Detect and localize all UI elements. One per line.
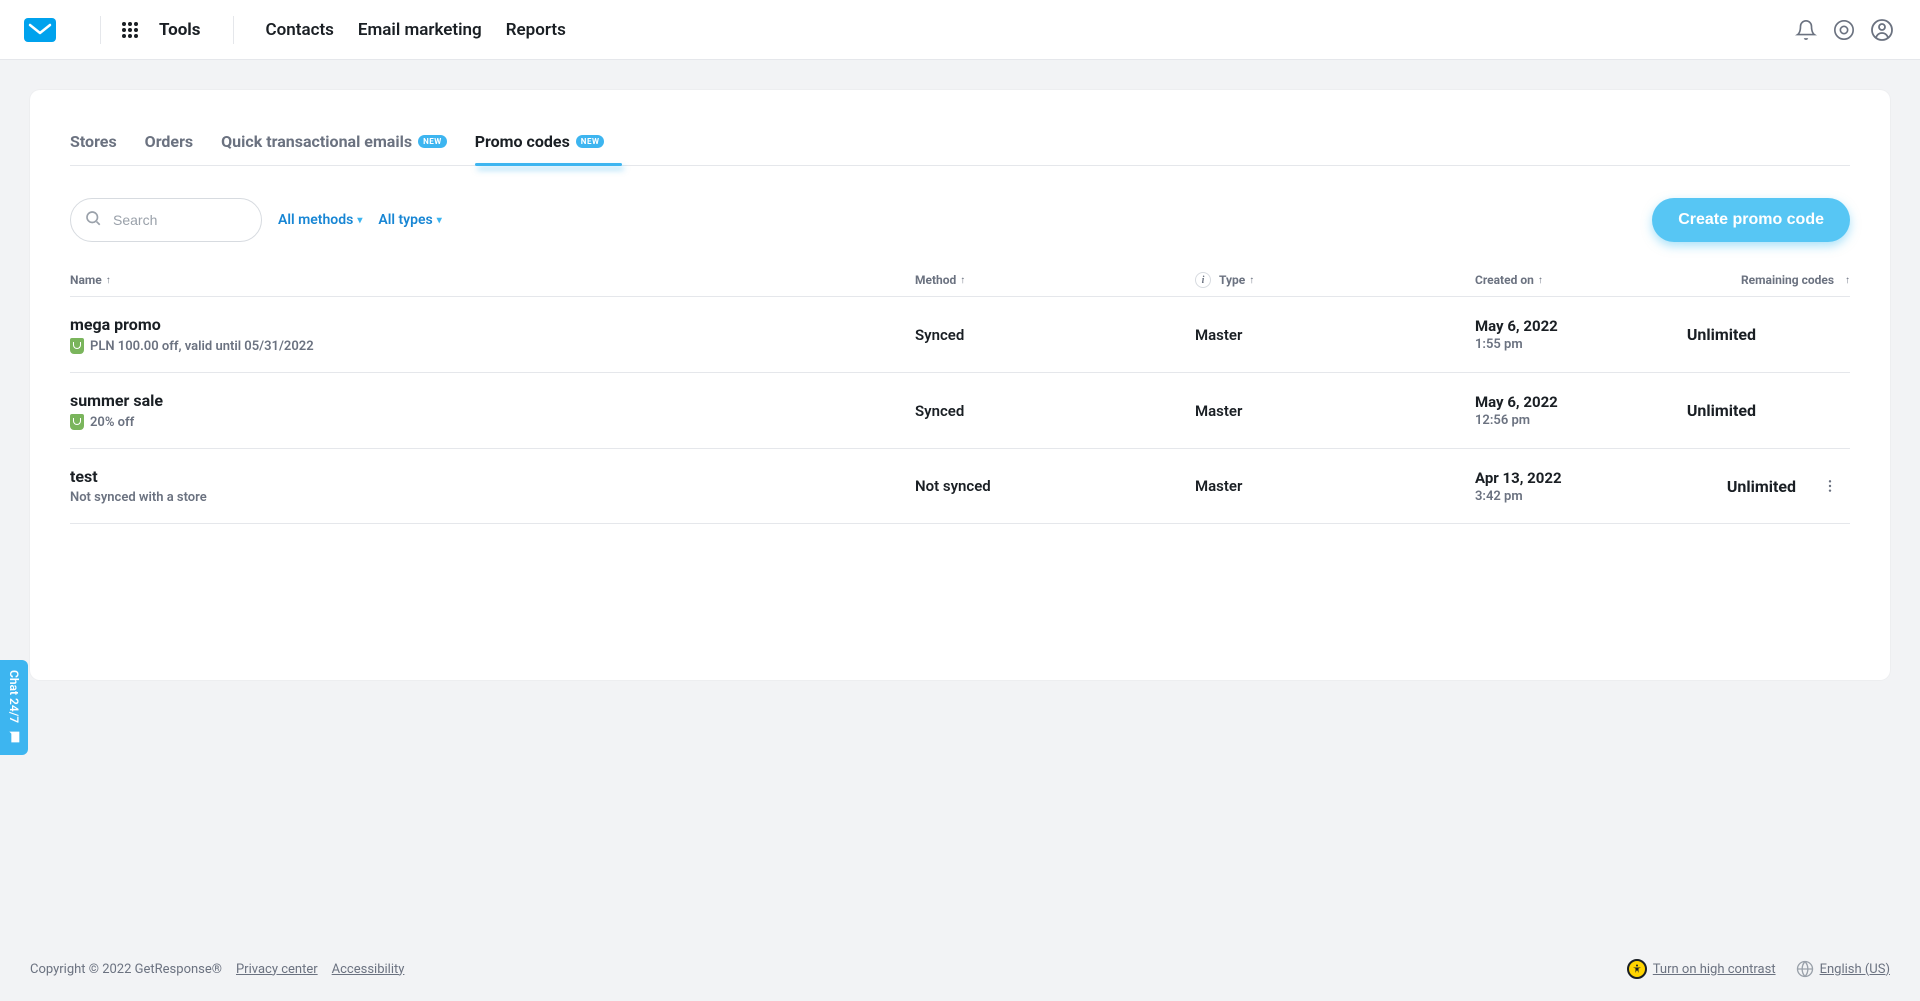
col-header-remaining[interactable]: Remaining codes ↑ — [1655, 272, 1850, 288]
row-remaining: Unlimited — [1655, 401, 1810, 420]
table-header: Name ↑ Method ↑ i Type ↑ Created on ↑ Remain… — [70, 262, 1850, 297]
footer: Copyright © 2022 GetResponse® Privacy ce… — [0, 945, 1920, 1001]
sort-icon: ↑ — [106, 275, 111, 286]
row-type: Master — [1195, 326, 1475, 344]
chat-icon — [6, 729, 22, 745]
link-privacy[interactable]: Privacy center — [236, 962, 318, 977]
create-promo-code-button[interactable]: Create promo code — [1652, 198, 1850, 242]
search-icon — [84, 209, 102, 231]
accessibility-icon — [1627, 959, 1647, 979]
globe-icon — [1796, 960, 1814, 978]
sort-icon: ↑ — [960, 275, 965, 286]
row-date: May 6, 2022 — [1475, 317, 1655, 335]
col-label: Remaining codes — [1741, 273, 1834, 287]
notifications-icon[interactable] — [1792, 16, 1820, 44]
table-row[interactable]: mega promo PLN 100.00 off, valid until 05… — [70, 297, 1850, 373]
info-icon[interactable]: i — [1195, 272, 1211, 288]
tab-label: Quick transactional emails — [221, 132, 412, 151]
col-header-name[interactable]: Name ↑ — [70, 272, 915, 288]
table-row[interactable]: summer sale 20% offSyncedMasterMay 6, 202… — [70, 373, 1850, 449]
row-title: mega promo — [70, 315, 915, 334]
col-label: Created on — [1475, 273, 1534, 287]
promo-codes-table: Name ↑ Method ↑ i Type ↑ Created on ↑ Remain… — [70, 262, 1850, 524]
row-time: 12:56 pm — [1475, 413, 1655, 428]
badge-new: NEW — [418, 135, 447, 148]
col-label: Method — [915, 273, 956, 287]
row-time: 1:55 pm — [1475, 337, 1655, 352]
tab-quick-transactional-emails[interactable]: Quick transactional emails NEW — [221, 122, 447, 165]
main-panel: Stores Orders Quick transactional emails… — [30, 90, 1890, 680]
row-method: Synced — [915, 326, 1195, 344]
row-date: May 6, 2022 — [1475, 393, 1655, 411]
search-box — [70, 198, 262, 242]
table-row[interactable]: test Not synced with a storeNot syncedMas… — [70, 449, 1850, 524]
high-contrast-toggle[interactable]: Turn on high contrast — [1627, 959, 1776, 979]
help-icon[interactable] — [1830, 16, 1858, 44]
tab-label: Promo codes — [475, 132, 570, 151]
col-label: Type — [1219, 273, 1245, 287]
shopify-icon — [70, 338, 84, 354]
row-type: Master — [1195, 477, 1475, 495]
apps-grid-icon[interactable] — [121, 21, 139, 39]
row-title: summer sale — [70, 391, 915, 410]
row-type: Master — [1195, 402, 1475, 420]
sort-icon: ↑ — [1249, 275, 1254, 286]
filters-row: All methods ▾ All types ▾ Create promo c… — [70, 198, 1850, 242]
filter-label: All methods — [278, 212, 353, 228]
sort-icon: ↑ — [1538, 275, 1543, 286]
row-method: Not synced — [915, 477, 1195, 495]
badge-new: NEW — [576, 135, 605, 148]
divider — [100, 16, 101, 44]
tab-stores[interactable]: Stores — [70, 122, 117, 165]
row-subtitle: PLN 100.00 off, valid until 05/31/2022 — [70, 338, 915, 354]
row-time: 3:42 pm — [1475, 489, 1655, 504]
account-icon[interactable] — [1868, 16, 1896, 44]
row-remaining: Unlimited — [1655, 325, 1810, 344]
filter-types[interactable]: All types ▾ — [378, 212, 441, 228]
row-subtitle: Not synced with a store — [70, 490, 915, 505]
nav-contacts[interactable]: Contacts — [254, 20, 346, 40]
col-header-type[interactable]: i Type ↑ — [1195, 272, 1475, 288]
row-title: test — [70, 467, 915, 486]
row-actions-menu[interactable] — [1810, 478, 1850, 494]
tab-orders[interactable]: Orders — [145, 122, 193, 165]
col-header-method[interactable]: Method ↑ — [915, 272, 1195, 288]
copyright: Copyright © 2022 GetResponse® — [30, 962, 222, 977]
row-subtitle: 20% off — [70, 414, 915, 430]
link-accessibility[interactable]: Accessibility — [332, 962, 405, 977]
chevron-down-icon: ▾ — [357, 215, 362, 226]
language-label: English (US) — [1820, 962, 1890, 977]
nav-tools[interactable]: Tools — [147, 20, 213, 40]
logo[interactable] — [24, 18, 56, 42]
sort-icon: ↑ — [1845, 275, 1850, 286]
tabs: Stores Orders Quick transactional emails… — [70, 122, 1850, 166]
row-method: Synced — [915, 402, 1195, 420]
contrast-label: Turn on high contrast — [1653, 962, 1776, 977]
chevron-down-icon: ▾ — [437, 215, 442, 226]
col-header-created[interactable]: Created on ↑ — [1475, 272, 1655, 288]
language-select[interactable]: English (US) — [1796, 960, 1890, 978]
app-header: Tools Contacts Email marketing Reports — [0, 0, 1920, 60]
shopify-icon — [70, 414, 84, 430]
nav-reports[interactable]: Reports — [494, 20, 578, 40]
filter-methods[interactable]: All methods ▾ — [278, 212, 362, 228]
divider — [233, 16, 234, 44]
tab-promo-codes[interactable]: Promo codes NEW — [475, 122, 605, 165]
col-label: Name — [70, 273, 102, 287]
filter-label: All types — [378, 212, 432, 228]
row-date: Apr 13, 2022 — [1475, 469, 1655, 487]
chat-tab[interactable]: Chat 24/7 — [0, 660, 28, 755]
chat-label: Chat 24/7 — [7, 670, 21, 723]
nav-email-marketing[interactable]: Email marketing — [346, 20, 494, 40]
row-remaining: Unlimited — [1655, 477, 1810, 496]
